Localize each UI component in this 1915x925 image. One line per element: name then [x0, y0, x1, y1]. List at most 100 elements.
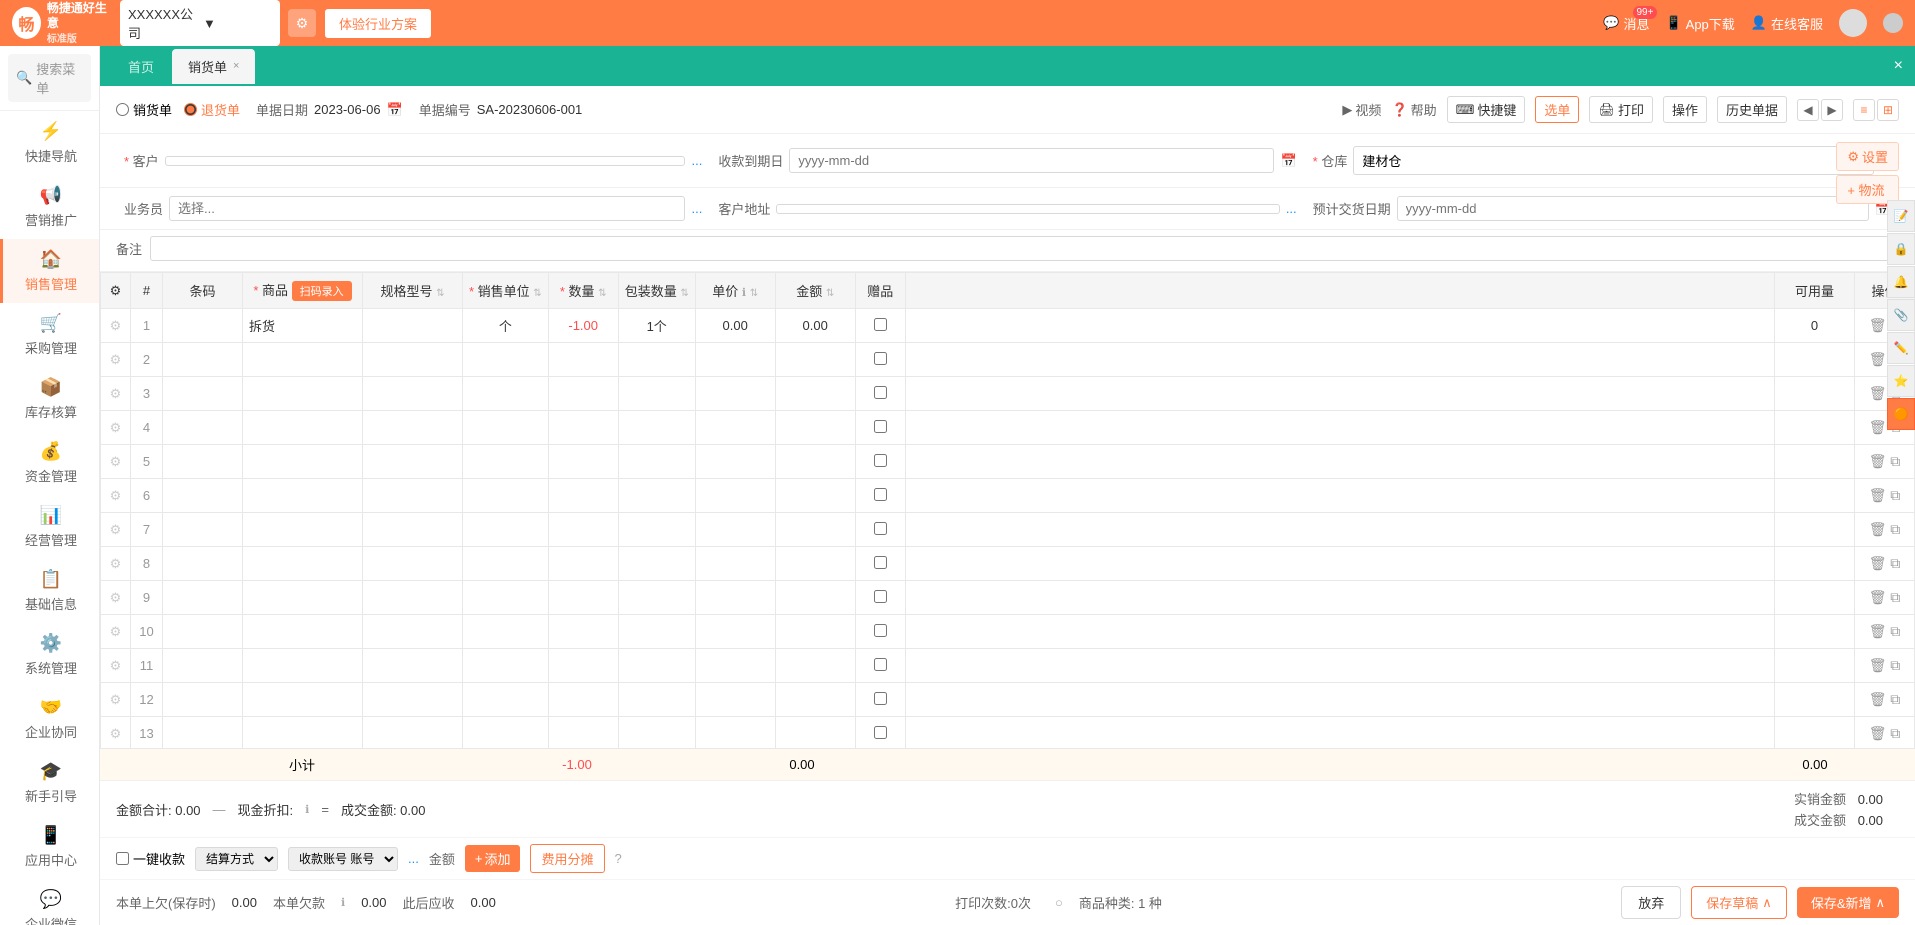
float-btn-3[interactable]: 🔔: [1887, 266, 1915, 298]
account-select[interactable]: 收款账号 账号: [288, 847, 398, 871]
cell-price[interactable]: [695, 649, 775, 683]
radio-return[interactable]: 退货单: [184, 100, 240, 119]
copy-row-btn[interactable]: ⧉: [1890, 691, 1900, 707]
cell-amount[interactable]: [775, 513, 855, 547]
tab-sales-order[interactable]: 销货单 ×: [172, 49, 255, 84]
cell-product[interactable]: [243, 615, 363, 649]
due-date-calendar-icon[interactable]: 📅: [1280, 153, 1296, 169]
add-payment-btn[interactable]: + 添加: [465, 845, 521, 872]
cell-qty[interactable]: [548, 683, 618, 717]
cell-amount[interactable]: 0.00: [775, 309, 855, 343]
cell-amount[interactable]: [775, 377, 855, 411]
sidebar-item-guide[interactable]: 🎓 新手引导: [0, 751, 99, 815]
gift-checkbox[interactable]: [874, 556, 887, 569]
cell-unit[interactable]: [463, 479, 549, 513]
scan-btn[interactable]: 扫码录入: [292, 281, 352, 301]
sidebar-item-inventory[interactable]: 📦 库存核算: [0, 367, 99, 431]
cell-product[interactable]: [243, 581, 363, 615]
copy-row-btn[interactable]: ⧉: [1890, 555, 1900, 571]
cell-spec[interactable]: [363, 479, 463, 513]
cell-product[interactable]: [243, 479, 363, 513]
float-btn-2[interactable]: 🔒: [1887, 233, 1915, 265]
cell-barcode[interactable]: [163, 309, 243, 343]
cell-unit[interactable]: [463, 615, 549, 649]
settings-gear-btn[interactable]: ⚙: [288, 9, 316, 37]
trial-button[interactable]: 体验行业方案: [324, 8, 432, 39]
cell-pack[interactable]: [618, 649, 695, 683]
cell-spec[interactable]: [363, 615, 463, 649]
cell-unit[interactable]: [463, 411, 549, 445]
cell-qty[interactable]: -1.00: [548, 309, 618, 343]
copy-row-btn[interactable]: ⧉: [1890, 623, 1900, 639]
cell-price[interactable]: [695, 547, 775, 581]
user-avatar[interactable]: [1839, 9, 1867, 37]
cell-qty[interactable]: [548, 377, 618, 411]
cell-spec[interactable]: [363, 377, 463, 411]
cell-gift[interactable]: [855, 377, 905, 411]
cell-unit[interactable]: [463, 547, 549, 581]
cell-product[interactable]: [243, 547, 363, 581]
cell-price[interactable]: [695, 683, 775, 717]
cell-price[interactable]: [695, 343, 775, 377]
sidebar-item-sales[interactable]: 🏠 销售管理: [0, 239, 99, 303]
calc-method-select[interactable]: 结算方式: [195, 847, 278, 871]
cell-gift[interactable]: [855, 479, 905, 513]
window-close-btn[interactable]: ×: [1894, 57, 1903, 75]
cell-gift[interactable]: [855, 649, 905, 683]
cell-product[interactable]: [243, 649, 363, 683]
cell-qty[interactable]: [548, 513, 618, 547]
float-btn-4[interactable]: 📎: [1887, 299, 1915, 331]
address-dots-btn[interactable]: ...: [1286, 201, 1297, 216]
cell-spec[interactable]: [363, 547, 463, 581]
prev-btn[interactable]: ◀: [1797, 99, 1819, 121]
cell-pack[interactable]: [618, 683, 695, 717]
gift-checkbox[interactable]: [874, 318, 887, 331]
cell-pack[interactable]: [618, 615, 695, 649]
sidebar-item-purchase[interactable]: 🛒 采购管理: [0, 303, 99, 367]
cell-barcode[interactable]: [163, 479, 243, 513]
cell-price[interactable]: 0.00: [695, 309, 775, 343]
copy-row-btn[interactable]: ⧉: [1890, 725, 1900, 741]
cell-qty[interactable]: [548, 615, 618, 649]
gift-checkbox[interactable]: [874, 420, 887, 433]
cell-price[interactable]: [695, 581, 775, 615]
gift-checkbox[interactable]: [874, 726, 887, 739]
sidebar-search-btn[interactable]: 🔍 搜索菜单: [8, 54, 91, 102]
cell-unit[interactable]: [463, 717, 549, 749]
sidebar-item-marketing[interactable]: 📢 营销推广: [0, 175, 99, 239]
cell-amount[interactable]: [775, 343, 855, 377]
cell-pack[interactable]: [618, 581, 695, 615]
cell-pack[interactable]: [618, 377, 695, 411]
cell-amount[interactable]: [775, 649, 855, 683]
cell-gift[interactable]: [855, 717, 905, 749]
cell-pack[interactable]: [618, 717, 695, 749]
gift-checkbox[interactable]: [874, 590, 887, 603]
delete-row-btn[interactable]: 🗑: [1869, 623, 1887, 639]
cell-qty[interactable]: [548, 649, 618, 683]
cell-unit[interactable]: [463, 343, 549, 377]
cell-amount[interactable]: [775, 547, 855, 581]
tab-close-icon[interactable]: ×: [233, 60, 239, 72]
cell-gift[interactable]: [855, 513, 905, 547]
cell-gift[interactable]: [855, 445, 905, 479]
cell-qty[interactable]: [548, 717, 618, 749]
cell-price[interactable]: [695, 479, 775, 513]
cell-product[interactable]: [243, 343, 363, 377]
warehouse-input[interactable]: 建材仓: [1353, 146, 1874, 175]
cell-unit[interactable]: [463, 377, 549, 411]
cell-spec[interactable]: [363, 445, 463, 479]
copy-row-btn[interactable]: ⧉: [1890, 521, 1900, 537]
cell-unit[interactable]: [463, 513, 549, 547]
service-btn[interactable]: 👤 在线客服: [1751, 14, 1823, 33]
cell-amount[interactable]: [775, 581, 855, 615]
cell-spec[interactable]: [363, 683, 463, 717]
one-click-pay-check[interactable]: 一键收款: [116, 849, 185, 868]
cell-unit[interactable]: 个: [463, 309, 549, 343]
gift-checkbox[interactable]: [874, 522, 887, 535]
action-btn[interactable]: 操作: [1663, 96, 1707, 123]
cell-qty[interactable]: [548, 411, 618, 445]
delete-row-btn[interactable]: 🗑: [1869, 657, 1887, 673]
cell-unit[interactable]: [463, 581, 549, 615]
customer-input[interactable]: [165, 156, 686, 166]
one-click-pay-checkbox[interactable]: [116, 852, 129, 865]
